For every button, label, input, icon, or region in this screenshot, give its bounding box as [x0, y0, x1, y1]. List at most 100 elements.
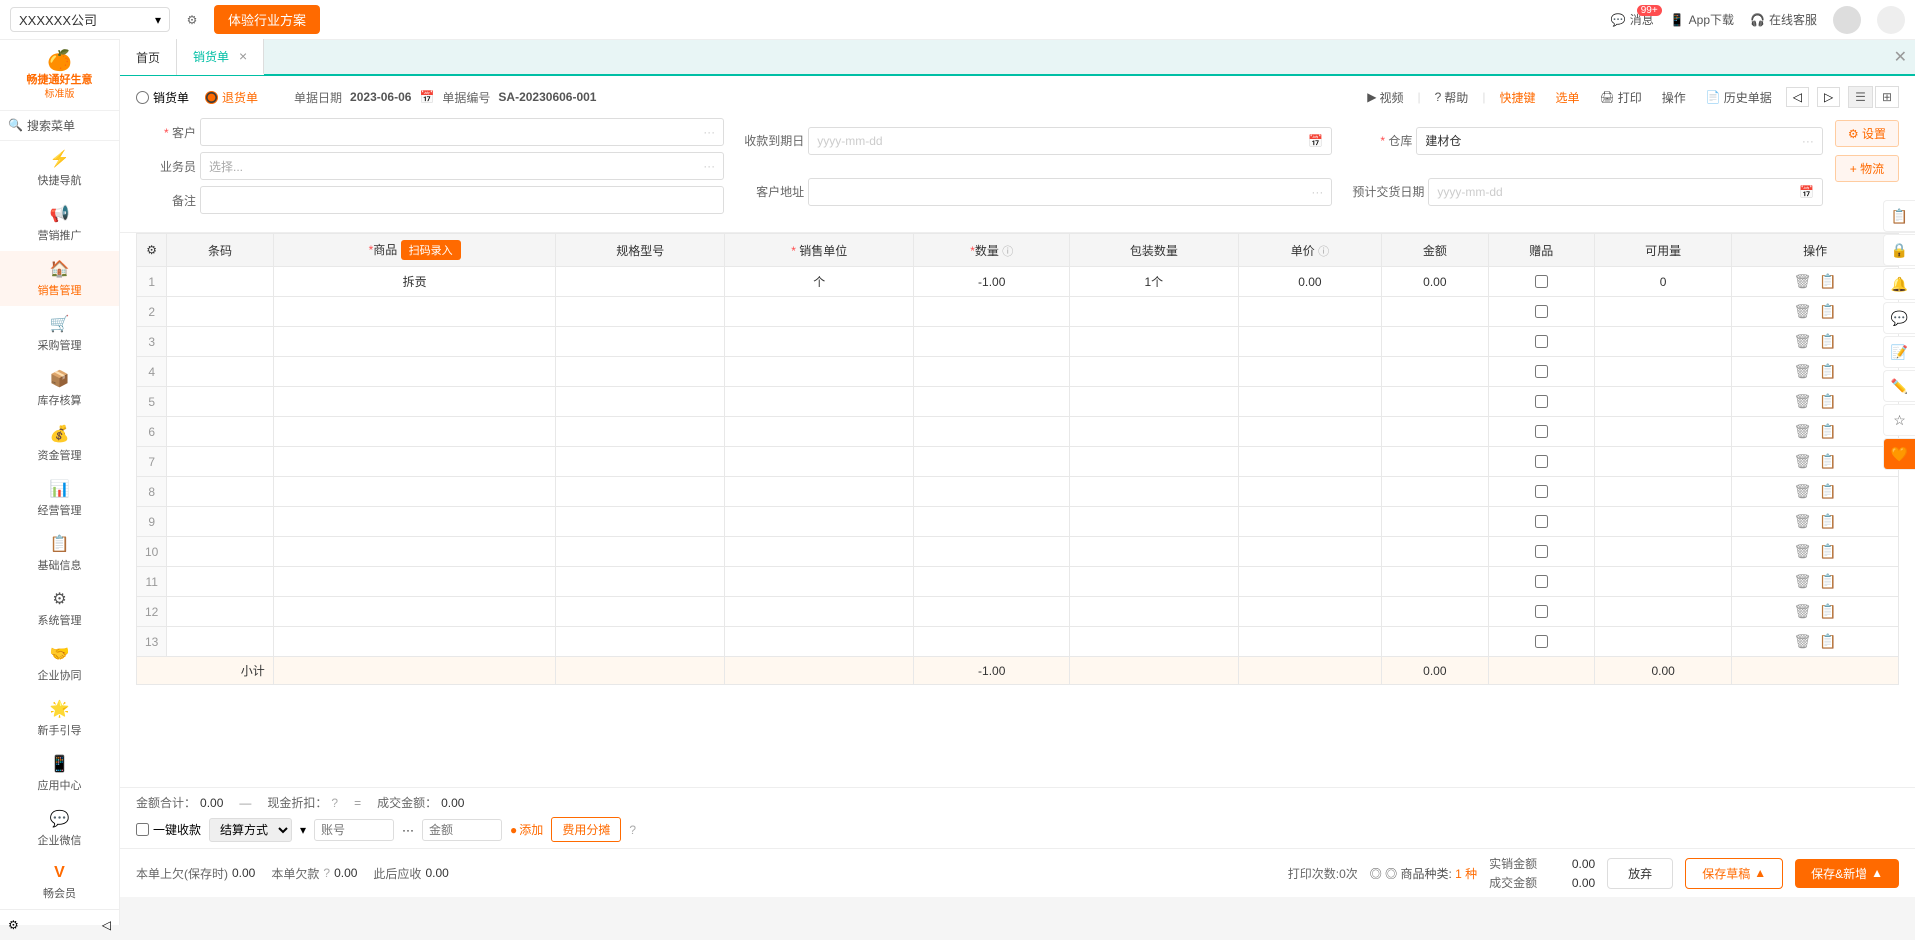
settings-button[interactable]: ⚙ 设置 — [1835, 120, 1899, 147]
copy-row-btn[interactable]: 📋 — [1817, 361, 1838, 382]
row-price[interactable]: 0.00 — [1238, 267, 1382, 297]
delete-row-btn[interactable]: 🗑 — [1792, 451, 1814, 472]
tab-home[interactable]: 首页 — [120, 39, 177, 75]
list-view-btn[interactable]: ⊞ — [1875, 86, 1899, 108]
abandon-button[interactable]: 放弃 — [1607, 858, 1673, 889]
logistics-button[interactable]: + 物流 — [1835, 155, 1899, 182]
operate-btn[interactable]: 操作 — [1656, 87, 1692, 108]
sidebar-item-purchase[interactable]: 🛒 采购管理 — [0, 306, 119, 361]
sidebar-item-operations[interactable]: 📊 经营管理 — [0, 471, 119, 526]
window-close-icon[interactable]: ✕ — [1894, 47, 1907, 67]
sidebar-item-basic-info[interactable]: 📋 基础信息 — [0, 526, 119, 581]
side-btn-6[interactable]: ✏️ — [1883, 370, 1915, 402]
delete-row-btn[interactable]: 🗑 — [1792, 331, 1814, 352]
sidebar-item-quick-nav[interactable]: ⚡ 快捷导航 — [0, 141, 119, 196]
row-amount[interactable]: 0.00 — [1382, 267, 1488, 297]
delete-row-btn[interactable]: 🗑 — [1792, 571, 1814, 592]
row-product[interactable]: 拆贡 — [273, 267, 556, 297]
delete-row-btn[interactable]: 🗑 — [1792, 541, 1814, 562]
copy-row-btn[interactable]: 📋 — [1817, 601, 1838, 622]
sidebar-item-guide[interactable]: 🌟 新手引导 — [0, 691, 119, 746]
copy-row-btn[interactable]: 📋 — [1817, 271, 1838, 292]
search-menu[interactable]: 🔍 搜索菜单 — [0, 111, 119, 141]
side-btn-2[interactable]: 🔒 — [1883, 234, 1915, 266]
select-btn[interactable]: 选单 — [1549, 87, 1585, 108]
history-btn[interactable]: 📄 历史单据 — [1700, 87, 1778, 108]
warehouse-input[interactable]: 建材仓 ··· — [1416, 127, 1823, 155]
delete-row-btn[interactable]: 🗑 — [1792, 481, 1814, 502]
copy-row-btn[interactable]: 📋 — [1817, 301, 1838, 322]
side-btn-7[interactable]: ☆ — [1883, 404, 1915, 436]
radio-sales[interactable]: 销货单 — [136, 89, 189, 106]
col-settings[interactable]: ⚙ — [137, 234, 167, 267]
side-btn-3[interactable]: 🔔 — [1883, 268, 1915, 300]
online-service-tool[interactable]: 🎧 在线客服 — [1750, 11, 1817, 28]
video-btn[interactable]: ▶ 视频 — [1361, 87, 1409, 108]
row-spec[interactable] — [556, 267, 725, 297]
sidebar-item-finance[interactable]: 💰 资金管理 — [0, 416, 119, 471]
copy-row-btn[interactable]: 📋 — [1817, 511, 1838, 532]
customer-addr-input[interactable]: ··· — [808, 178, 1332, 206]
print-btn[interactable]: 🖨 打印 — [1593, 87, 1647, 108]
remarks-input[interactable] — [200, 186, 724, 214]
copy-row-btn[interactable]: 📋 — [1817, 571, 1838, 592]
sidebar-item-system[interactable]: ⚙ 系统管理 — [0, 581, 119, 636]
shortcut-btn[interactable]: 快捷键 — [1493, 87, 1541, 108]
delete-row-btn[interactable]: 🗑 — [1792, 511, 1814, 532]
trial-button[interactable]: 体验行业方案 — [214, 5, 320, 34]
scan-button[interactable]: 扫码录入 — [401, 240, 461, 260]
next-btn[interactable]: ▷ — [1817, 87, 1840, 107]
save-new-button[interactable]: 保存&新增 ▲ — [1795, 859, 1899, 888]
delete-row-btn[interactable]: 🗑 — [1792, 391, 1814, 412]
delete-row-btn[interactable]: 🗑 — [1792, 631, 1814, 652]
copy-row-btn[interactable]: 📋 — [1817, 391, 1838, 412]
customer-input[interactable]: ··· — [200, 118, 724, 146]
copy-row-btn[interactable]: 📋 — [1817, 481, 1838, 502]
help-btn[interactable]: ? 帮助 — [1429, 87, 1475, 108]
expected-date-input[interactable]: yyyy-mm-dd 📅 — [1428, 178, 1823, 206]
sidebar-item-vip[interactable]: V 畅会员 — [0, 856, 119, 909]
message-tool[interactable]: 💬 消息 99+ — [1611, 11, 1654, 28]
delete-row-btn[interactable]: 🗑 — [1792, 271, 1814, 292]
expense-help-icon[interactable]: ? — [629, 823, 636, 837]
delete-row-btn[interactable]: 🗑 — [1792, 601, 1814, 622]
sidebar-item-inventory[interactable]: 📦 库存核算 — [0, 361, 119, 416]
sidebar-item-sales[interactable]: 🏠 销售管理 — [0, 251, 119, 306]
side-btn-1[interactable]: 📋 — [1883, 200, 1915, 232]
product-type-value[interactable]: 1 种 — [1455, 867, 1477, 881]
prev-btn[interactable]: ◁ — [1786, 87, 1809, 107]
row-gift[interactable] — [1488, 267, 1594, 297]
sidebar-item-marketing[interactable]: 📢 营销推广 — [0, 196, 119, 251]
one-click-pay-check[interactable]: 一键收款 — [136, 821, 201, 838]
discount-help-icon[interactable]: ? — [331, 796, 338, 810]
copy-row-btn[interactable]: 📋 — [1817, 631, 1838, 652]
calendar-icon[interactable]: 📅 — [419, 90, 434, 104]
account-input[interactable] — [314, 819, 394, 841]
salesperson-input[interactable]: 选择... ··· — [200, 152, 724, 180]
row-unit[interactable]: 个 — [725, 267, 914, 297]
save-draft-button[interactable]: 保存草稿 ▲ — [1685, 858, 1783, 889]
avatar2[interactable] — [1877, 6, 1905, 34]
expense-split-btn[interactable]: 费用分摊 — [551, 817, 621, 842]
expected-date-cal-icon[interactable]: 📅 — [1799, 185, 1814, 199]
copy-row-btn[interactable]: 📋 — [1817, 421, 1838, 442]
calc-method-select[interactable]: 结算方式 — [209, 818, 292, 842]
tab-sales-order[interactable]: 销货单 × — [177, 39, 264, 75]
side-btn-4[interactable]: 💬 — [1883, 302, 1915, 334]
grid-view-btn[interactable]: ☰ — [1848, 86, 1873, 108]
side-btn-5[interactable]: 📝 — [1883, 336, 1915, 368]
radio-return[interactable]: 退货单 — [205, 89, 258, 106]
amount-input[interactable] — [422, 819, 502, 841]
app-download-tool[interactable]: 📱 App下载 — [1670, 11, 1734, 28]
receive-date-cal-icon[interactable]: 📅 — [1308, 134, 1323, 148]
side-btn-orange[interactable]: 🧡 — [1883, 438, 1915, 470]
avatar[interactable] — [1833, 6, 1861, 34]
receive-date-input[interactable]: yyyy-mm-dd 📅 — [808, 127, 1332, 155]
row-barcode[interactable] — [167, 267, 273, 297]
sidebar-item-enterprise-wechat[interactable]: 💬 企业微信 — [0, 801, 119, 856]
sidebar-item-app-center[interactable]: 📱 应用中心 — [0, 746, 119, 801]
sidebar-item-enterprise[interactable]: 🤝 企业协同 — [0, 636, 119, 691]
delete-row-btn[interactable]: 🗑 — [1792, 421, 1814, 442]
total-owe-help[interactable]: ? — [323, 866, 330, 880]
copy-row-btn[interactable]: 📋 — [1817, 541, 1838, 562]
